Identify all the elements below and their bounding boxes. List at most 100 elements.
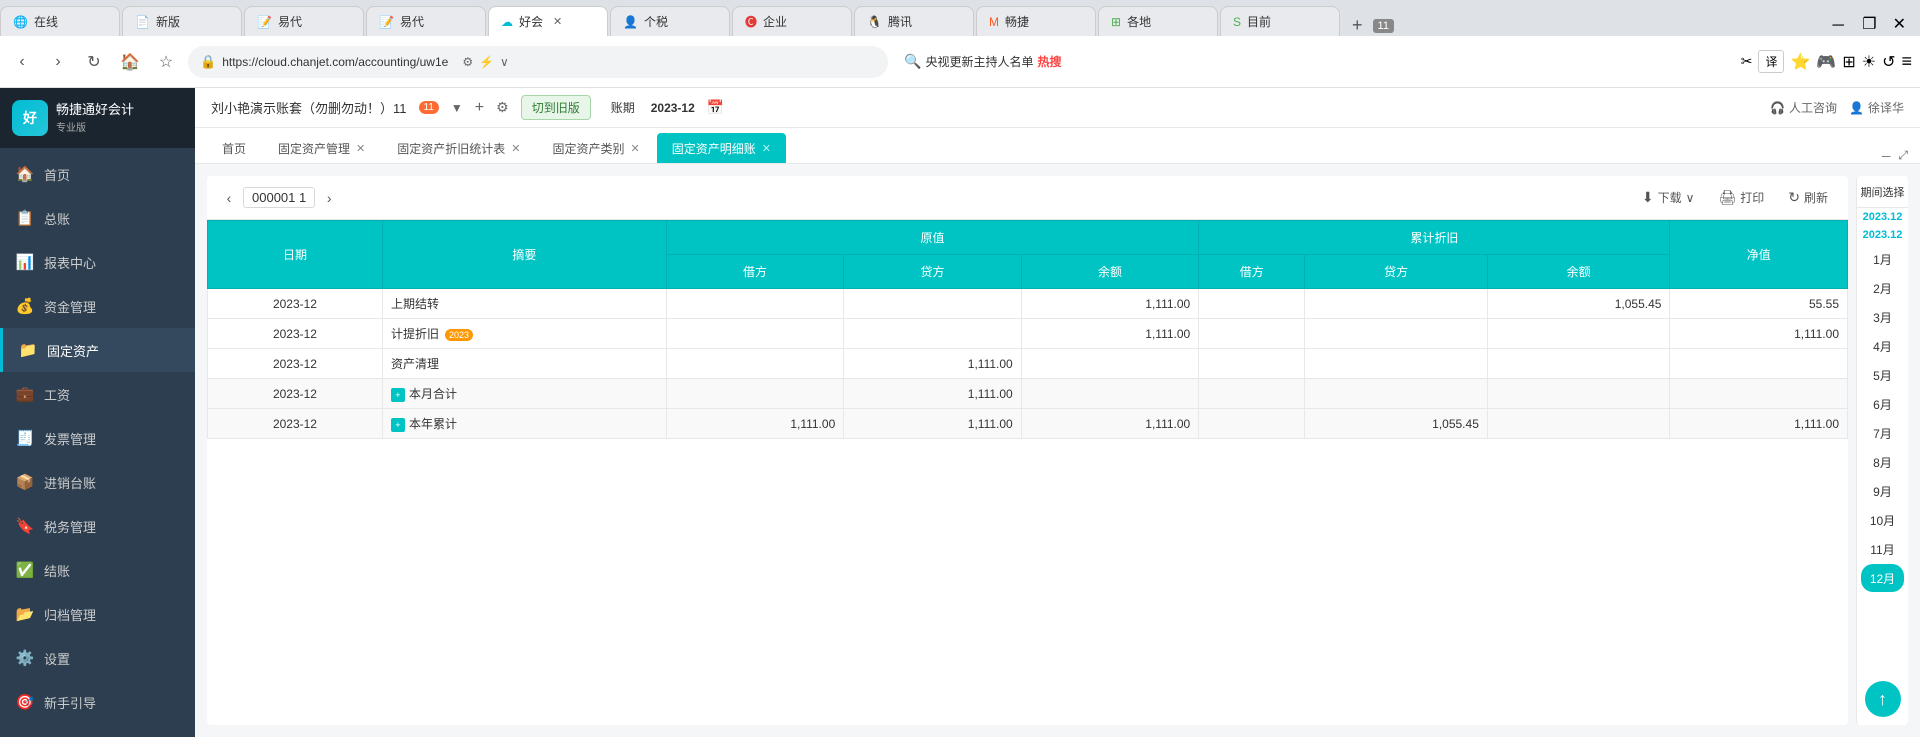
month-item[interactable]: 10月 (1861, 506, 1904, 534)
user-btn[interactable]: 👤 徐译华 (1849, 99, 1904, 116)
cell-dep-balance: 1,055.45 (1487, 289, 1670, 319)
month-item[interactable]: 6月 (1861, 390, 1904, 418)
bookmark-btn[interactable]: ☆ (152, 48, 180, 76)
browser-tab-t10[interactable]: ⊞ 各地 (1098, 6, 1218, 36)
month-item[interactable]: 5月 (1861, 361, 1904, 389)
window-controls: － ❐ ✕ (1824, 12, 1920, 36)
browser-tab-t8[interactable]: 🐧 腾讯 (854, 6, 974, 36)
sidebar-item-inout[interactable]: 📦 进销台账 (0, 460, 195, 504)
grid-btn[interactable]: ⊞ (1842, 52, 1855, 72)
switch-version-btn[interactable]: 切到旧版 (521, 95, 591, 120)
month-item[interactable]: 11月 (1861, 535, 1904, 563)
reload-btn[interactable]: ↻ (80, 48, 108, 76)
search-hint[interactable]: 央视更新主持人名单 (925, 53, 1033, 70)
star-btn[interactable]: ⭐ (1790, 52, 1810, 72)
month-item[interactable]: 4月 (1861, 332, 1904, 360)
forward-btn[interactable]: › (44, 48, 72, 76)
refresh-label: 刷新 (1804, 189, 1828, 206)
minimize-page-btn[interactable]: ─ (1882, 149, 1891, 163)
tab-close-depreciation[interactable]: ✕ (511, 142, 520, 155)
undo-btn[interactable]: ↺ (1882, 52, 1895, 72)
translate-btn[interactable]: 译 (1758, 50, 1784, 73)
month-item[interactable]: 7月 (1861, 419, 1904, 447)
sun-btn[interactable]: ☀ (1862, 52, 1876, 72)
dropdown-icon[interactable]: ∨ (500, 55, 509, 69)
sidebar-item-fixed[interactable]: 📁 固定资产 (0, 328, 195, 372)
hot-search-label[interactable]: 热搜 (1037, 53, 1061, 70)
header-orig-debit: 借方 (666, 255, 843, 289)
sidebar-item-salary[interactable]: 💼 工资 (0, 372, 195, 416)
game-btn[interactable]: 🎮 (1816, 52, 1836, 72)
home-icon: 🏠 (16, 165, 34, 183)
tab-category[interactable]: 固定资产类别 ✕ (537, 133, 654, 163)
browser-tab-t9[interactable]: M 畅捷 (976, 6, 1096, 36)
sidebar-item-close[interactable]: ✅ 结账 (0, 548, 195, 592)
sidebar-item-home[interactable]: 🏠 首页 (0, 152, 195, 196)
browser-tab-t4[interactable]: 📝 易代 (366, 6, 486, 36)
sidebar-item-settings[interactable]: ⚙️ 设置 (0, 636, 195, 680)
add-account-btn[interactable]: + (475, 99, 484, 117)
browser-tab-t1[interactable]: 🌐 在线 (0, 6, 120, 36)
minimize-btn[interactable]: － (1824, 12, 1852, 36)
cell-orig-credit: 1,111.00 (844, 409, 1021, 439)
print-btn[interactable]: 🖨 打印 (1710, 185, 1772, 210)
header-dep-balance: 余额 (1487, 255, 1670, 289)
service-btn[interactable]: 🎧 人工咨询 (1770, 99, 1837, 116)
new-tab-btn[interactable]: + (1346, 15, 1369, 36)
tab-close-category[interactable]: ✕ (631, 142, 640, 155)
browser-tab-t3[interactable]: 📝 易代 (244, 6, 364, 36)
month-item[interactable]: 3月 (1861, 303, 1904, 331)
browser-tab-t11[interactable]: S 目前 (1220, 6, 1340, 36)
home-nav-btn[interactable]: 🏠 (116, 48, 144, 76)
tab-close-fixed-mgmt[interactable]: ✕ (356, 142, 365, 155)
refresh-icon: ↻ (1788, 189, 1800, 206)
sidebar-item-archive[interactable]: 📂 归档管理 (0, 592, 195, 636)
refresh-btn[interactable]: ↻ 刷新 (1780, 185, 1836, 210)
browser-tab-t6[interactable]: 👤 个税 (610, 6, 730, 36)
inout-icon: 📦 (16, 473, 34, 491)
month-item[interactable]: 1月 (1861, 245, 1904, 273)
tab-depreciation[interactable]: 固定资产折旧统计表 ✕ (382, 133, 535, 163)
month-item[interactable]: 12月 (1861, 564, 1904, 592)
tab-home[interactable]: 首页 (207, 133, 261, 163)
sidebar-label-settings: 设置 (44, 649, 70, 668)
month-item[interactable]: 9月 (1861, 477, 1904, 505)
sidebar-item-reports[interactable]: 📊 报表中心 (0, 240, 195, 284)
back-btn[interactable]: ‹ (8, 48, 36, 76)
download-btn[interactable]: ⬇ 下载 ∨ (1634, 185, 1703, 210)
dropdown-arrow[interactable]: ▼ (451, 101, 463, 115)
calendar-icon[interactable]: 📅 (707, 99, 724, 116)
sidebar-item-funds[interactable]: 💰 资金管理 (0, 284, 195, 328)
tab-fixed-mgmt[interactable]: 固定资产管理 ✕ (263, 133, 380, 163)
tab-detail[interactable]: 固定资产明细账 ✕ (657, 133, 786, 163)
browser-tab-t7[interactable]: 🅒 企业 (732, 6, 852, 36)
cell-summary: +本月合计 (382, 379, 666, 409)
close-btn[interactable]: ✕ (1887, 14, 1912, 34)
more-btn[interactable]: ≡ (1901, 51, 1912, 72)
sidebar-item-ledger[interactable]: 📋 总账 (0, 196, 195, 240)
settings-account-btn[interactable]: ⚙ (496, 99, 509, 116)
guide-icon: 🎯 (16, 693, 34, 711)
next-btn[interactable]: › (319, 188, 339, 208)
cell-summary: 计提折旧2023 (382, 319, 666, 349)
expand-page-btn[interactable]: ⤢ (1898, 148, 1908, 163)
prev-btn[interactable]: ‹ (219, 188, 239, 208)
browser-tab-t5[interactable]: ☁ 好会 ✕ (488, 6, 608, 36)
month-item[interactable]: 8月 (1861, 448, 1904, 476)
account-number[interactable]: 000001 1 (243, 187, 315, 208)
tab-count-badge: 11 (1373, 19, 1394, 33)
tab-close-t5[interactable]: ✕ (553, 15, 562, 28)
sidebar-item-guide[interactable]: 🎯 新手引导 (0, 680, 195, 724)
scroll-top-btn[interactable]: ↑ (1865, 681, 1901, 717)
address-bar[interactable]: 🔒 https://cloud.chanjet.com/accounting/u… (188, 46, 888, 78)
table-body: 2023-12 上期结转 1,111.00 1,055.45 55.55 202… (208, 289, 1848, 439)
tab-close-detail[interactable]: ✕ (762, 142, 771, 155)
sidebar-item-invoice[interactable]: 🧾 发票管理 (0, 416, 195, 460)
year-badge: 2023 (445, 329, 473, 341)
month-item[interactable]: 2月 (1861, 274, 1904, 302)
salary-icon: 💼 (16, 385, 34, 403)
sidebar-item-tax[interactable]: 🔖 税务管理 (0, 504, 195, 548)
maximize-btn[interactable]: ❐ (1856, 14, 1882, 34)
browser-tab-t2[interactable]: 📄 新版 (122, 6, 242, 36)
scissors-icon[interactable]: ✂ (1741, 53, 1753, 70)
